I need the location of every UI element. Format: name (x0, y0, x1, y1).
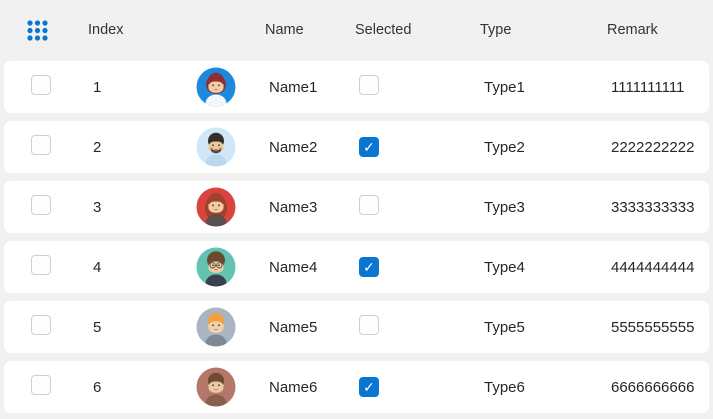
selected-checkbox[interactable]: ✓ (359, 257, 379, 277)
row-select-cell (4, 255, 60, 279)
row-select-checkbox[interactable] (31, 195, 51, 215)
selected-cell (355, 195, 480, 219)
row-select-cell (4, 75, 60, 99)
name-cell: Name1 (269, 78, 318, 96)
table-row[interactable]: 2 Name2 ✓ Type2 2222222222 (3, 120, 710, 174)
table-row[interactable]: 1 Name1 Type1 1111111111 (3, 60, 710, 114)
selected-cell (355, 75, 480, 99)
header-name: Name (265, 22, 304, 38)
table-row[interactable]: 5 Name5 Type5 5555555555 (3, 300, 710, 354)
grid-dots (26, 19, 48, 41)
table-body: 1 Name1 Type1 1111111111 2 Name2 ✓ Type2… (0, 60, 713, 414)
index-cell: 2 (93, 138, 102, 156)
remark-cell: 2222222222 (611, 138, 695, 156)
selected-cell: ✓ (355, 377, 480, 397)
row-select-checkbox[interactable] (31, 375, 51, 395)
header-selected: Selected (355, 22, 412, 38)
table-header: Index Name Selected Type Remark (0, 0, 713, 60)
row-select-checkbox[interactable] (31, 255, 51, 275)
row-select-checkbox[interactable] (31, 135, 51, 155)
name-cell: Name2 (269, 138, 318, 156)
remark-cell: 3333333333 (611, 198, 695, 216)
avatar-image (196, 187, 236, 227)
avatar-image (196, 127, 236, 167)
name-cell: Name3 (269, 198, 318, 216)
type-cell: Type4 (484, 258, 525, 276)
name-cell: Name5 (269, 318, 318, 336)
avatar-image (196, 307, 236, 347)
table-row[interactable]: 3 Name3 Type3 3333333333 (3, 180, 710, 234)
remark-cell: 6666666666 (611, 378, 695, 396)
avatar-cell (165, 127, 265, 167)
row-select-checkbox[interactable] (31, 75, 51, 95)
remark-cell: 1111111111 (611, 78, 685, 96)
grid-dots-icon (26, 19, 48, 41)
name-cell: Name4 (269, 258, 318, 276)
selected-checkbox[interactable]: ✓ (359, 137, 379, 157)
index-cell: 1 (93, 78, 102, 96)
avatar-cell (165, 187, 265, 227)
selected-checkbox[interactable] (359, 195, 379, 215)
selected-checkbox[interactable]: ✓ (359, 377, 379, 397)
row-select-cell (4, 375, 60, 399)
name-cell: Name6 (269, 378, 318, 396)
selected-checkbox[interactable] (359, 315, 379, 335)
index-cell: 4 (93, 258, 102, 276)
avatar-cell (165, 367, 265, 407)
type-cell: Type3 (484, 198, 525, 216)
remark-cell: 4444444444 (611, 258, 695, 276)
row-select-cell (4, 315, 60, 339)
apps-grid-button[interactable] (22, 15, 52, 45)
selected-cell: ✓ (355, 257, 480, 277)
avatar-cell (165, 67, 265, 107)
index-cell: 6 (93, 378, 102, 396)
index-cell: 5 (93, 318, 102, 336)
row-select-cell (4, 135, 60, 159)
index-cell: 3 (93, 198, 102, 216)
header-type: Type (480, 22, 512, 38)
header-remark: Remark (607, 22, 658, 38)
selected-cell: ✓ (355, 137, 480, 157)
avatar-cell (165, 307, 265, 347)
avatar-image (196, 67, 236, 107)
table-row[interactable]: 4 Name4 ✓ Type4 4444444444 (3, 240, 710, 294)
row-select-cell (4, 195, 60, 219)
type-cell: Type1 (484, 78, 525, 96)
avatar-cell (165, 247, 265, 287)
selected-cell (355, 315, 480, 339)
type-cell: Type6 (484, 378, 525, 396)
avatar-image (196, 367, 236, 407)
type-cell: Type5 (484, 318, 525, 336)
avatar-image (196, 247, 236, 287)
header-index: Index (88, 22, 124, 38)
row-select-checkbox[interactable] (31, 315, 51, 335)
table-row[interactable]: 6 Name6 ✓ Type6 6666666666 (3, 360, 710, 414)
selected-checkbox[interactable] (359, 75, 379, 95)
remark-cell: 5555555555 (611, 318, 695, 336)
type-cell: Type2 (484, 138, 525, 156)
